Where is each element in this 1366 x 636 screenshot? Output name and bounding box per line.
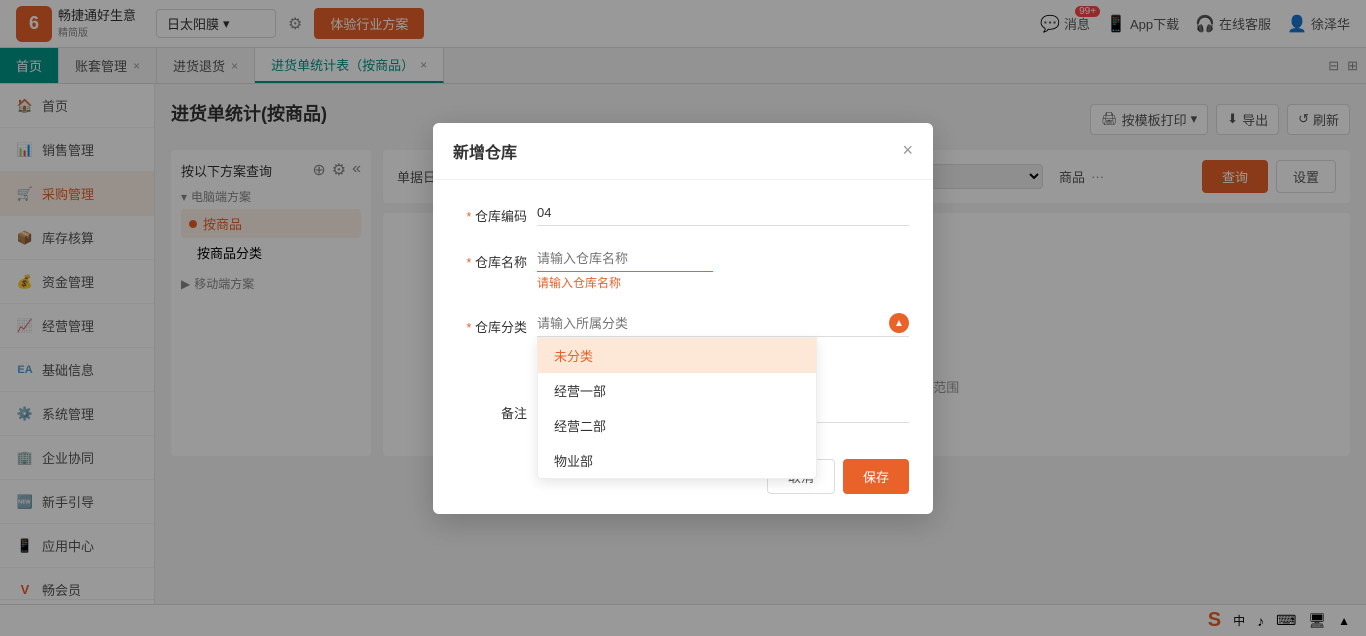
- save-button[interactable]: 保存: [843, 459, 909, 494]
- dropdown-item-uncategorized[interactable]: 未分类: [538, 338, 816, 373]
- code-label: * 仓库编码: [457, 200, 537, 225]
- category-chevron-up-icon[interactable]: ▲: [889, 313, 909, 333]
- name-error-msg: 请输入仓库名称: [537, 274, 713, 291]
- code-field-wrapper: [537, 200, 909, 226]
- modal-close-button[interactable]: ×: [902, 140, 913, 161]
- category-dropdown: 未分类 经营一部 经营二部 物业部: [537, 337, 817, 479]
- remark-label: 备注: [457, 397, 537, 422]
- dropdown-item-ops2[interactable]: 经营二部: [538, 408, 816, 443]
- modal: 新增仓库 × * 仓库编码 * 仓库名称: [433, 123, 933, 514]
- modal-header: 新增仓库 ×: [433, 123, 933, 180]
- modal-title: 新增仓库: [453, 139, 517, 163]
- modal-overlay[interactable]: 新增仓库 × * 仓库编码 * 仓库名称: [0, 0, 1366, 636]
- code-input[interactable]: [537, 200, 909, 226]
- dropdown-item-ops1[interactable]: 经营一部: [538, 373, 816, 408]
- name-input[interactable]: [537, 246, 713, 272]
- category-select-wrapper: ▲: [537, 311, 909, 337]
- category-field-wrapper: ▲ 未分类 经营一部 经营二部: [537, 311, 909, 337]
- name-label: * 仓库名称: [457, 246, 537, 271]
- form-row-code: * 仓库编码: [457, 200, 909, 226]
- dropdown-item-property[interactable]: 物业部: [538, 443, 816, 478]
- form-row-name: * 仓库名称 请输入仓库名称: [457, 246, 909, 291]
- category-label: * 仓库分类: [457, 311, 537, 336]
- category-input[interactable]: [537, 311, 889, 336]
- modal-body: * 仓库编码 * 仓库名称 请输入仓库名称: [433, 180, 933, 459]
- form-row-category: * 仓库分类 ▲ 未分类: [457, 311, 909, 337]
- name-field-wrapper: 请输入仓库名称: [537, 246, 713, 291]
